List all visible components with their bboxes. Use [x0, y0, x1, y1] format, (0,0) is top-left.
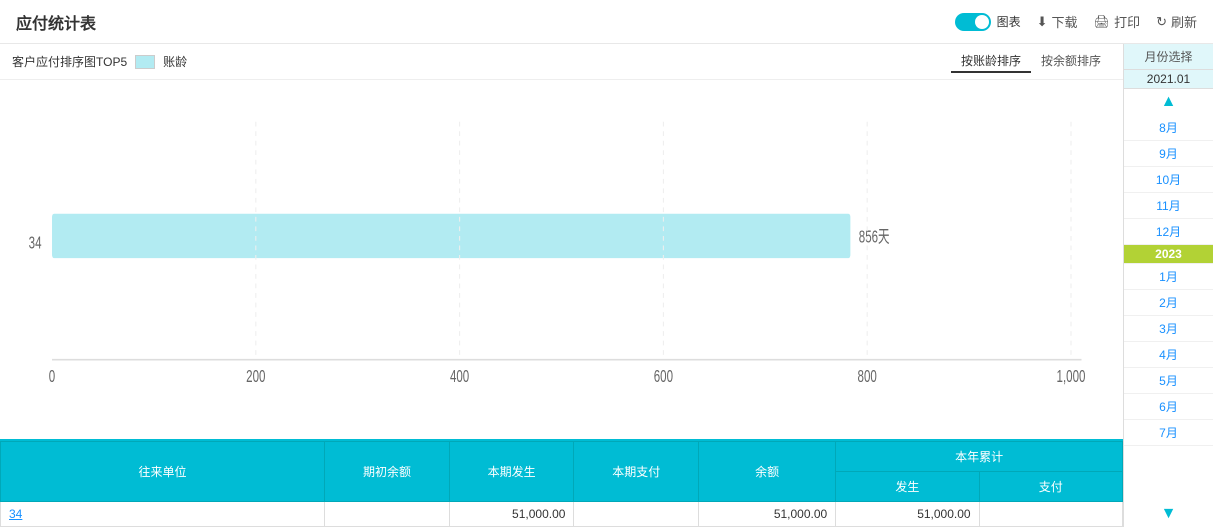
chart-svg: 34 856天 0 200 400 600 800 1,000	[10, 90, 1113, 439]
month-item-6[interactable]: 6月	[1124, 394, 1213, 420]
svg-text:1,000: 1,000	[1057, 368, 1086, 387]
col-unit: 往来单位	[1, 442, 325, 502]
print-button[interactable]: 🖨 打印	[1094, 12, 1141, 31]
sidebar-scroll: ▲ 8月 9月 10月 11月 12月 2023 1月 2月 3月 4月 5月 …	[1124, 89, 1213, 527]
month-item-8[interactable]: 8月	[1124, 115, 1213, 141]
year-2023-label: 2023	[1124, 245, 1213, 264]
sidebar-current-date: 2021.01	[1124, 70, 1213, 89]
chart-legend: 客户应付排序图TOP5 账龄	[12, 53, 187, 70]
scroll-up-button[interactable]: ▲	[1124, 89, 1213, 115]
unit-link[interactable]: 34	[9, 507, 22, 521]
opening-cell	[325, 502, 450, 527]
col-ytd-occur: 发生	[836, 472, 979, 502]
month-item-12[interactable]: 12月	[1124, 219, 1213, 245]
svg-text:200: 200	[246, 368, 265, 387]
col-opening: 期初余额	[325, 442, 450, 502]
month-item-4[interactable]: 4月	[1124, 342, 1213, 368]
refresh-icon: ↻	[1156, 14, 1167, 30]
col-ytd-pay: 支付	[979, 472, 1122, 502]
print-icon: 🖨	[1094, 14, 1111, 30]
col-current-pay: 本期支付	[574, 442, 699, 502]
month-item-5[interactable]: 5月	[1124, 368, 1213, 394]
svg-text:34: 34	[29, 234, 42, 253]
download-icon: ⬇	[1037, 14, 1048, 30]
table-section: 往来单位 期初余额 本期发生 本期支付 余额 本年累计 发生 支付	[0, 439, 1123, 527]
svg-text:0: 0	[49, 368, 55, 387]
month-item-1[interactable]: 1月	[1124, 264, 1213, 290]
page-title: 应付统计表	[16, 10, 96, 34]
chart-section: 客户应付排序图TOP5 账龄 按账龄排序 按余额排序 34 856天	[0, 44, 1123, 527]
col-balance: 余额	[699, 442, 836, 502]
svg-text:800: 800	[858, 368, 877, 387]
svg-text:856天: 856天	[859, 228, 890, 247]
month-item-7[interactable]: 7月	[1124, 420, 1213, 446]
svg-text:600: 600	[654, 368, 673, 387]
legend-box-label: 账龄	[163, 53, 187, 70]
month-item-3[interactable]: 3月	[1124, 316, 1213, 342]
sort-buttons: 按账龄排序 按余额排序	[951, 50, 1111, 73]
month-item-9[interactable]: 9月	[1124, 141, 1213, 167]
chart-toggle[interactable]	[955, 13, 991, 31]
download-button[interactable]: ⬇ 下载	[1037, 12, 1078, 31]
chart-toolbar: 客户应付排序图TOP5 账龄 按账龄排序 按余额排序	[0, 44, 1123, 80]
sort-by-amount-button[interactable]: 按余额排序	[1031, 50, 1111, 73]
right-sidebar: 月份选择 2021.01 ▲ 8月 9月 10月 11月 12月 2023 1月…	[1123, 44, 1213, 527]
current-pay-cell	[574, 502, 699, 527]
month-list: 8月 9月 10月 11月 12月 2023 1月 2月 3月 4月 5月 6月…	[1124, 115, 1213, 501]
refresh-button[interactable]: ↻ 刷新	[1156, 12, 1197, 31]
app-header: 应付统计表 图表 ⬇ 下载 🖨 打印 ↻ 刷新	[0, 0, 1213, 44]
col-current-occur: 本期发生	[449, 442, 574, 502]
ytd-occur-cell: 51,000.00	[836, 502, 979, 527]
chart-toggle-wrap[interactable]: 图表	[955, 13, 1021, 31]
sidebar-month-header: 月份选择	[1124, 44, 1213, 70]
month-item-2[interactable]: 2月	[1124, 290, 1213, 316]
month-item-11[interactable]: 11月	[1124, 193, 1213, 219]
legend-box	[135, 55, 155, 69]
current-occur-cell: 51,000.00	[449, 502, 574, 527]
svg-text:400: 400	[450, 368, 469, 387]
ytd-pay-cell	[979, 502, 1122, 527]
header-actions: 图表 ⬇ 下载 🖨 打印 ↻ 刷新	[955, 12, 1197, 31]
sort-by-balance-button[interactable]: 按账龄排序	[951, 50, 1031, 73]
chart-toggle-label: 图表	[997, 13, 1021, 30]
table-row: 34 51,000.00 51,000.00 51,000.00	[1, 502, 1123, 527]
month-item-10[interactable]: 10月	[1124, 167, 1213, 193]
summary-table: 往来单位 期初余额 本期发生 本期支付 余额 本年累计 发生 支付	[0, 441, 1123, 527]
chart-container: 34 856天 0 200 400 600 800 1,000	[0, 80, 1123, 439]
balance-cell: 51,000.00	[699, 502, 836, 527]
scroll-down-button[interactable]: ▼	[1124, 501, 1213, 527]
main-content: 客户应付排序图TOP5 账龄 按账龄排序 按余额排序 34 856天	[0, 44, 1213, 527]
legend-label: 客户应付排序图TOP5	[12, 53, 127, 70]
col-ytd-label: 本年累计	[836, 442, 1123, 472]
